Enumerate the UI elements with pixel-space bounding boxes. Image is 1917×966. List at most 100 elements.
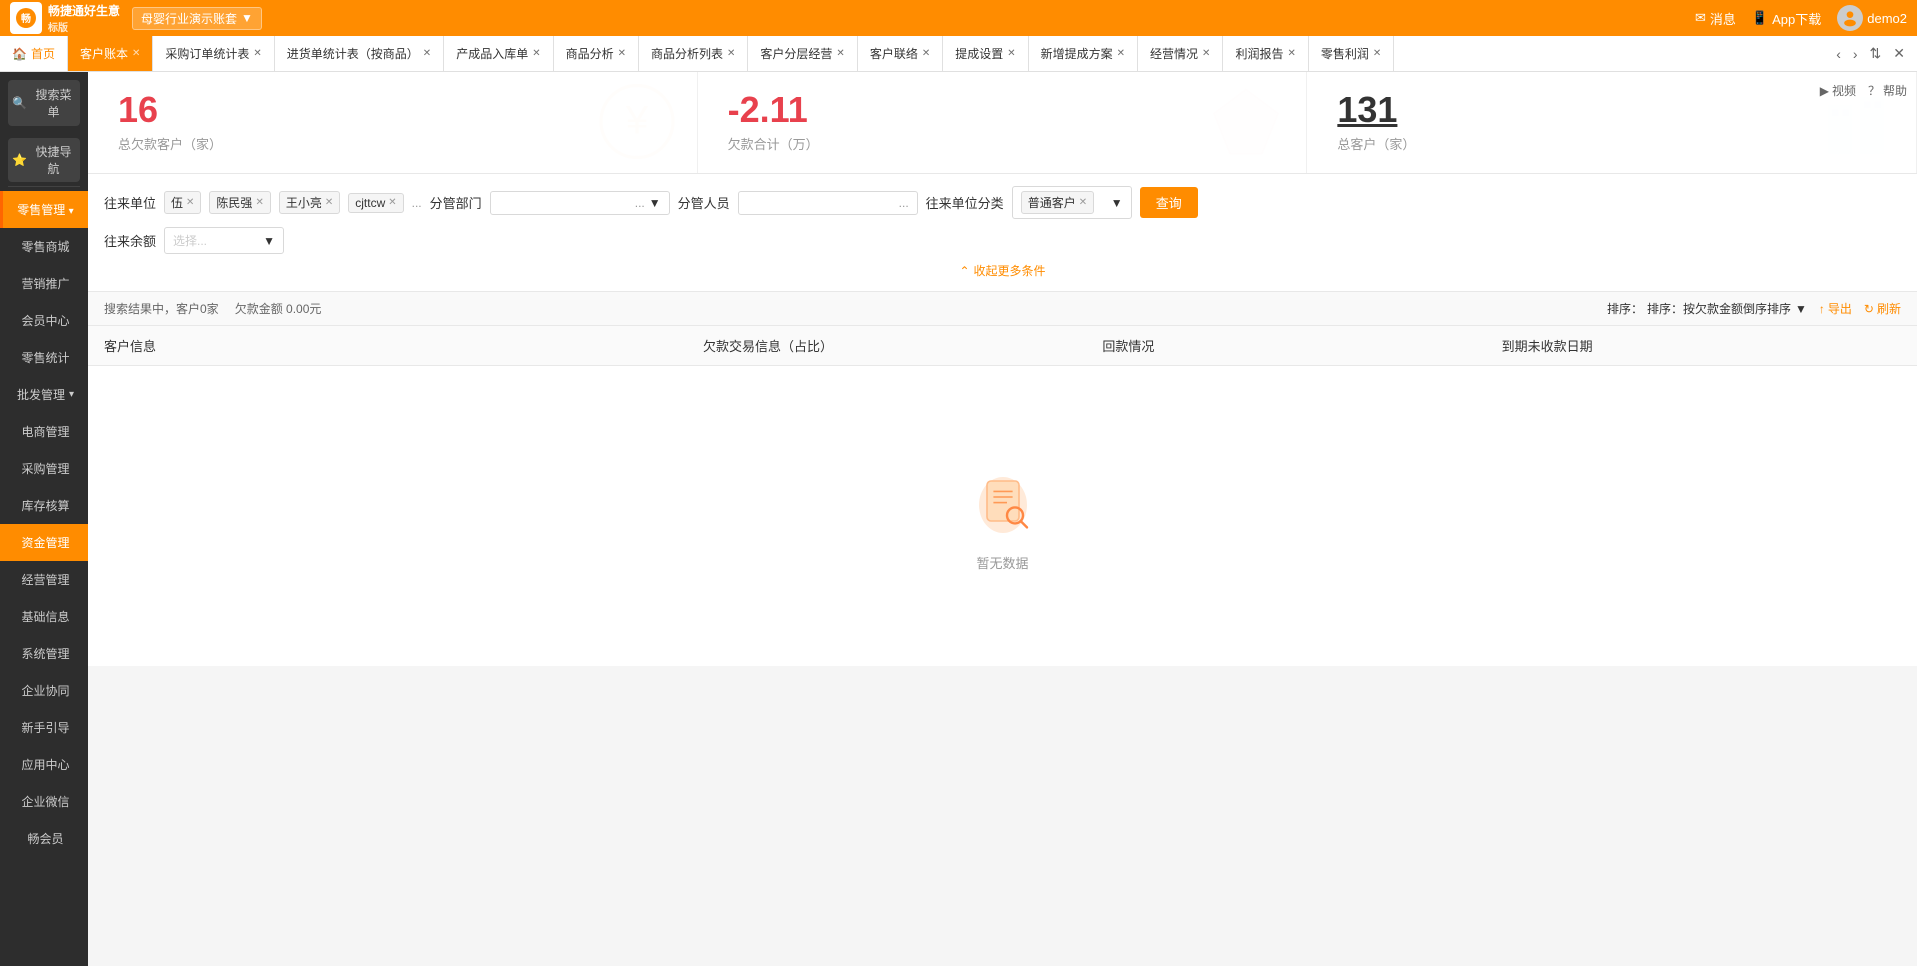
sidebar-item-finance[interactable]: 资金管理 — [0, 524, 88, 561]
demo-select[interactable]: 母婴行业演示账套 ▼ — [132, 7, 262, 30]
sidebar-item-basic-info[interactable]: 基础信息 — [0, 598, 88, 635]
nav-next-btn[interactable]: › — [1849, 44, 1862, 64]
sidebar-divider-1 — [8, 186, 80, 187]
tab-close-purchase-orders[interactable]: ✕ — [253, 48, 261, 59]
sidebar-item-purchase[interactable]: 采购管理 — [0, 450, 88, 487]
message-btn[interactable]: ✉ 消息 — [1695, 9, 1736, 28]
stat-label-credit-amount: 欠款合计（万） — [728, 134, 819, 153]
remove-unit-tag-cjttcw[interactable]: ✕ — [388, 197, 396, 208]
unit-tag-wang[interactable]: 王小亮 ✕ — [279, 191, 340, 214]
tab-close-customer-contact[interactable]: ✕ — [922, 48, 930, 59]
tab-close-profit-report[interactable]: ✕ — [1287, 48, 1295, 59]
stat-value-credit-customers: 16 — [118, 92, 158, 128]
tab-close-product-stock[interactable]: ✕ — [532, 48, 540, 59]
refresh-btn[interactable]: ↻ 刷新 — [1864, 300, 1901, 317]
sidebar-item-member[interactable]: 会员中心 — [0, 302, 88, 339]
unit-tag-chen[interactable]: 陈民强 ✕ — [209, 191, 270, 214]
tab-business-status[interactable]: 经营情况 ✕ — [1138, 36, 1223, 72]
unit-tag-wu[interactable]: 伍 ✕ — [164, 191, 201, 214]
tab-purchase-orders[interactable]: 采购订单统计表 ✕ — [153, 36, 274, 72]
sort-select[interactable]: 排序： 排序：按欠款金额倒序排序 ▼ — [1607, 300, 1807, 317]
category-filter-label: 往来单位分类 — [926, 193, 1004, 212]
tab-customer-segment[interactable]: 客户分层经营 ✕ — [748, 36, 857, 72]
tab-close-add-plan[interactable]: ✕ — [1117, 48, 1125, 59]
tab-product-analysis-list[interactable]: 商品分析列表 ✕ — [639, 36, 748, 72]
sidebar-item-app-center[interactable]: 应用中心 — [0, 746, 88, 783]
tab-stock-stats[interactable]: 进货单统计表（按商品） ✕ — [275, 36, 444, 72]
search-results-bar: 搜索结果中，客户0家 欠款金额 0.00元 排序： 排序：按欠款金额倒序排序 ▼… — [88, 292, 1917, 326]
sidebar-item-retail-mall[interactable]: 零售商城 — [0, 228, 88, 265]
tab-close-stock-stats[interactable]: ✕ — [423, 48, 431, 59]
stats-header: ¥ 16 总欠款客户（家） -2.11 欠款合计（万） — [88, 72, 1917, 174]
dept-more-btn[interactable]: ... — [635, 196, 645, 210]
tab-tip-settings[interactable]: 提成设置 ✕ — [943, 36, 1028, 72]
sidebar-item-operations[interactable]: 经营管理 — [0, 561, 88, 598]
tab-close-retail-profit[interactable]: ✕ — [1373, 48, 1381, 59]
tab-close-product-analysis-list[interactable]: ✕ — [727, 48, 735, 59]
remove-category-tag-normal[interactable]: ✕ — [1079, 197, 1087, 208]
remove-unit-tag-wang[interactable]: ✕ — [325, 197, 333, 208]
app-download-btn[interactable]: 📱 App下载 — [1752, 9, 1821, 28]
collapse-row: ⌃ 收起更多条件 — [104, 262, 1901, 279]
help-btn[interactable]: ？ 帮助 — [1868, 82, 1907, 99]
sidebar-item-wechat[interactable]: 企业微信 — [0, 783, 88, 820]
tab-product-analysis[interactable]: 商品分析 ✕ — [554, 36, 639, 72]
more-tags-btn[interactable]: ... — [412, 196, 422, 210]
tab-close-business-status[interactable]: ✕ — [1202, 48, 1210, 59]
sort-label: 排序： — [1607, 300, 1643, 317]
collapse-btn[interactable]: ⌃ 收起更多条件 — [951, 262, 1053, 279]
phone-icon: 📱 — [1752, 10, 1768, 26]
help-icon: ？ — [1868, 82, 1880, 99]
tab-product-stock[interactable]: 产成品入库单 ✕ — [444, 36, 553, 72]
dept-filter-label: 分管部门 — [430, 193, 482, 212]
export-btn[interactable]: ↑ 导出 — [1819, 300, 1852, 317]
nav-close-all-btn[interactable]: ✕ — [1889, 43, 1909, 64]
diamond-bg-icon — [1206, 81, 1286, 164]
sidebar-item-enterprise[interactable]: 企业协同 — [0, 672, 88, 709]
sidebar-item-retail[interactable]: 零售管理 ▾ — [0, 191, 88, 228]
chevron-up-icon: ⌃ — [959, 264, 969, 278]
nav-expand-btn[interactable]: ⇅ — [1866, 43, 1886, 64]
sidebar-item-marketing[interactable]: 营销推广 — [0, 265, 88, 302]
tab-close-tip-settings[interactable]: ✕ — [1007, 48, 1015, 59]
remove-unit-tag-chen[interactable]: ✕ — [255, 197, 263, 208]
sidebar-item-retail-stats[interactable]: 零售统计 — [0, 339, 88, 376]
tab-customer-contact[interactable]: 客户联络 ✕ — [858, 36, 943, 72]
balance-select[interactable]: 选择... ▼ — [164, 227, 284, 254]
search-result-count: 搜索结果中，客户0家 — [104, 300, 219, 317]
quick-nav-btn[interactable]: ⭐ 快捷导航 — [8, 138, 80, 182]
query-button[interactable]: 查询 — [1140, 187, 1198, 218]
tab-home[interactable]: 🏠 首页 — [0, 36, 68, 72]
unit-filter-label: 往来单位 — [104, 193, 156, 212]
person-more-btn[interactable]: ... — [899, 196, 909, 210]
stat-total-credit-amount: -2.11 欠款合计（万） — [698, 72, 1308, 173]
tab-close-accounts[interactable]: ✕ — [132, 48, 140, 59]
unit-tag-cjttcw[interactable]: cjttcw ✕ — [348, 193, 403, 213]
tab-close-product-analysis[interactable]: ✕ — [618, 48, 626, 59]
svg-text:畅: 畅 — [21, 12, 31, 25]
tab-accounts[interactable]: 客户账本 ✕ — [68, 36, 153, 72]
sidebar-item-wholesale[interactable]: 批发管理 ▾ — [0, 376, 88, 413]
empty-state: 暂无数据 — [963, 461, 1043, 572]
tab-retail-profit[interactable]: 零售利润 ✕ — [1309, 36, 1394, 72]
balance-filter-label: 往来余额 — [104, 231, 156, 250]
remove-unit-tag-wu[interactable]: ✕ — [186, 197, 194, 208]
sidebar-item-members[interactable]: 畅会员 — [0, 820, 88, 857]
tab-close-customer-segment[interactable]: ✕ — [836, 48, 844, 59]
video-btn[interactable]: ▶ 视频 — [1820, 82, 1856, 99]
tab-add-plan[interactable]: 新增提成方案 ✕ — [1029, 36, 1138, 72]
category-select[interactable]: 普通客户 ✕ ▼ — [1012, 186, 1132, 219]
person-select[interactable]: ... — [738, 191, 918, 215]
sidebar-item-system[interactable]: 系统管理 — [0, 635, 88, 672]
nav-prev-btn[interactable]: ‹ — [1832, 44, 1845, 64]
category-tag-normal[interactable]: 普通客户 ✕ — [1021, 191, 1094, 214]
sidebar-item-new-guide[interactable]: 新手引导 — [0, 709, 88, 746]
dept-select[interactable]: ... ▼ — [490, 191, 670, 215]
sidebar-item-inventory[interactable]: 库存核算 — [0, 487, 88, 524]
user-menu[interactable]: demo2 — [1837, 5, 1907, 31]
search-menu-btn[interactable]: 🔍 搜索菜单 — [8, 80, 80, 126]
message-icon: ✉ — [1695, 10, 1706, 26]
sidebar-item-ecommerce[interactable]: 电商管理 — [0, 413, 88, 450]
filter-row-2: 往来余额 选择... ▼ — [104, 227, 1901, 254]
tab-profit-report[interactable]: 利润报告 ✕ — [1223, 36, 1308, 72]
